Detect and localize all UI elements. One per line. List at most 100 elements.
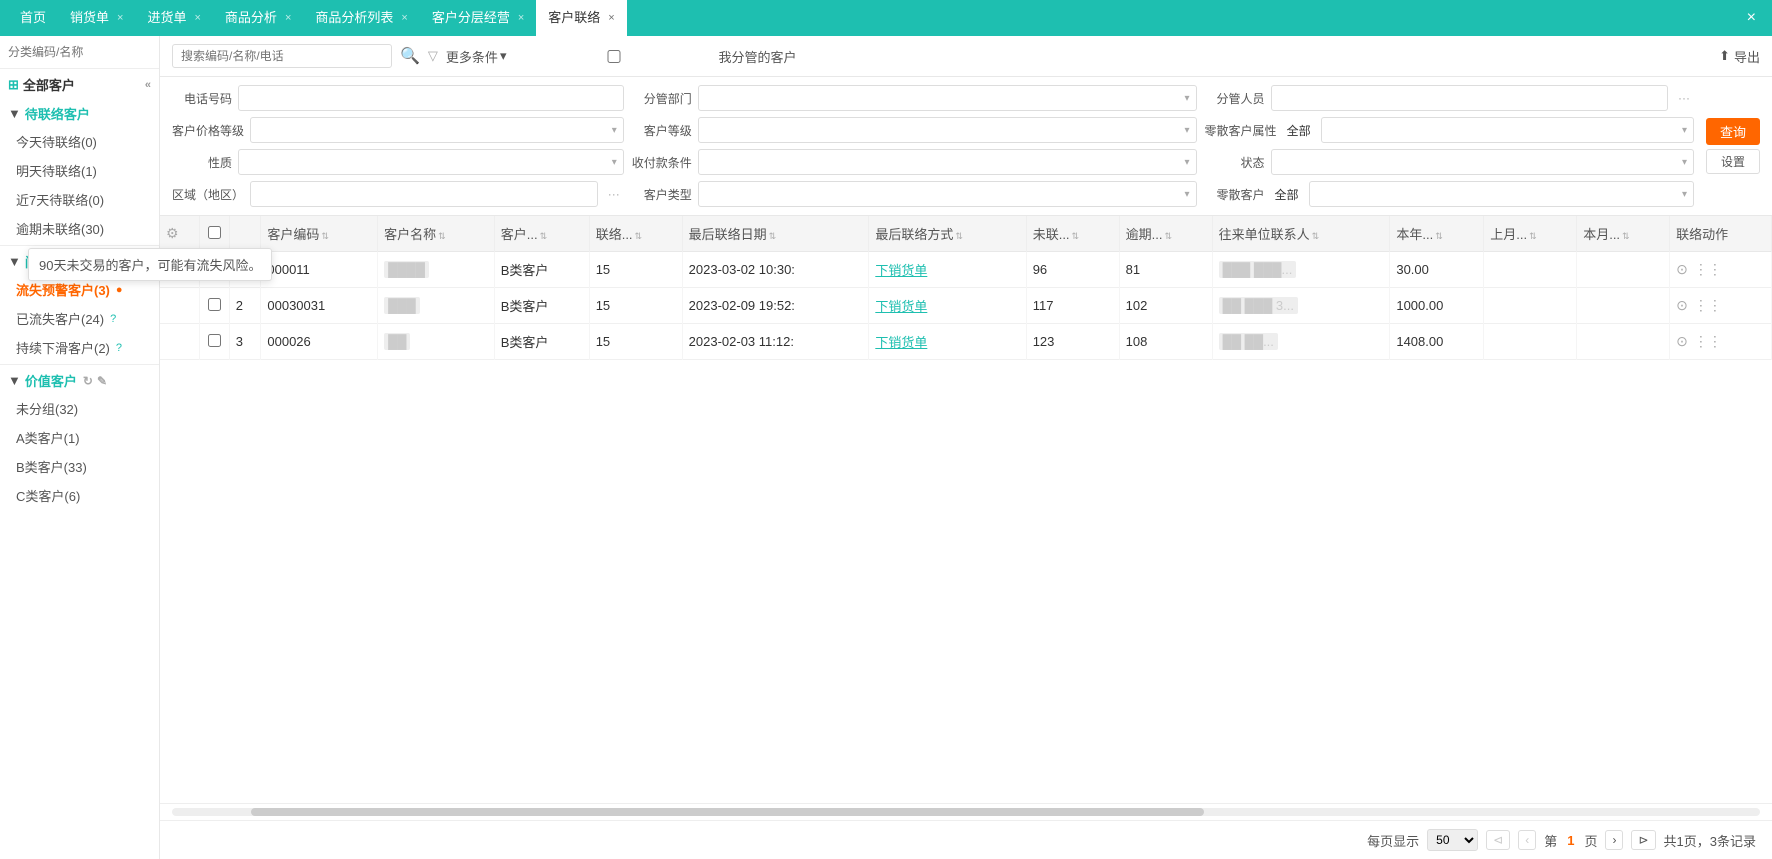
col-no-contact[interactable]: 未联...⇅ [1026,216,1119,252]
manager-select[interactable] [1271,85,1668,111]
row-checkbox-cell[interactable] [199,324,229,360]
tab-customer-tier[interactable]: 客户分层经营 × [420,0,536,36]
select-all-checkbox[interactable] [208,226,221,239]
search-button[interactable]: 🔍 [400,46,420,66]
col-this-month[interactable]: 本月...⇅ [1577,216,1670,252]
export-button[interactable]: ⬆ 导出 [1719,47,1760,66]
col-this-year[interactable]: 本年...⇅ [1390,216,1484,252]
row-last-method[interactable]: 下销货单 [869,252,1026,288]
status-label: 状态 [1205,154,1265,171]
row-menu-icon[interactable]: ⋮⋮ [1694,297,1722,314]
first-page-button[interactable]: ⊲ [1486,830,1510,850]
tab-analysis[interactable]: 商品分析 × [213,0,303,36]
search-input[interactable] [172,44,392,68]
sidebar-item-overdue-pending[interactable]: 逾期未联络(30) [0,214,159,243]
table-scrollbar-area[interactable] [160,803,1772,820]
tab-analysis-list[interactable]: 商品分析列表 × [303,0,419,36]
close-tab-purchase[interactable]: × [194,0,200,36]
row-actions: ⊙ ⋮⋮ [1670,288,1772,324]
row-code: 000011 [261,252,378,288]
sidebar-item-7day-pending[interactable]: 近7天待联络(0) [0,185,159,214]
table-area: ⚙ 客户编码⇅ 客户名称⇅ 客户...⇅ 联络...⇅ 最后联络日期⇅ 最后联络… [160,216,1772,803]
col-overdue[interactable]: 逾期...⇅ [1119,216,1212,252]
row-checkbox[interactable] [208,298,221,311]
col-checkbox[interactable] [199,216,229,252]
refresh-icon[interactable]: ↻ [83,374,93,388]
customer-type-select[interactable]: ▾ [698,181,1197,207]
row-no-contact: 123 [1026,324,1119,360]
row-checkbox[interactable] [208,334,221,347]
close-tab-sales[interactable]: × [117,0,123,36]
retail-customer-select[interactable]: ▾ [1309,181,1694,207]
more-conditions-button[interactable]: 更多条件 ▾ [446,47,507,66]
row-link-icon[interactable]: ⊙ [1676,297,1688,314]
row-last-method[interactable]: 下销货单 [869,288,1026,324]
row-contact: 15 [589,324,682,360]
sidebar-group-value[interactable]: ▼ 价值客户 ↻ ✎ [0,367,159,394]
tab-customer-link[interactable]: 客户联络 × [536,0,626,36]
sidebar-item-tomorrow-pending[interactable]: 明天待联络(1) [0,156,159,185]
sidebar-group-pending[interactable]: ▼ 待联络客户 [0,100,159,127]
col-settings[interactable]: ⚙ [160,216,199,252]
my-customers-checkbox-label[interactable]: 我分管的客户 [514,47,796,66]
sidebar-item-c-class[interactable]: C类客户(6) [0,481,159,510]
col-contact[interactable]: 联络...⇅ [589,216,682,252]
col-type[interactable]: 客户...⇅ [494,216,589,252]
col-name[interactable]: 客户名称⇅ [378,216,495,252]
last-page-button[interactable]: ⊳ [1631,830,1655,850]
row-last-method[interactable]: 下销货单 [869,324,1026,360]
manager-more-btn[interactable]: ··· [1674,91,1694,105]
my-customers-checkbox[interactable] [514,50,714,63]
tab-sales[interactable]: 销货单 × [58,0,135,36]
sidebar-item-a-class[interactable]: A类客户(1) [0,423,159,452]
close-tab-analysis[interactable]: × [285,0,291,36]
row-checkbox-cell[interactable] [199,288,229,324]
row-actions: ⊙ ⋮⋮ [1670,324,1772,360]
filter-settings-button[interactable]: 设置 [1706,149,1760,174]
sidebar-item-unclassified[interactable]: 未分组(32) [0,394,159,423]
close-tab-customer-link[interactable]: × [608,0,614,36]
scrollbar-track[interactable] [172,808,1760,816]
retail-attr-select[interactable]: ▾ [1321,117,1694,143]
all-customers-header[interactable]: ⊞ 全部客户 « [0,69,159,100]
col-last-month[interactable]: 上月...⇅ [1484,216,1577,252]
window-close-button[interactable]: × [1739,9,1764,27]
price-tier-select[interactable]: ▾ [250,117,624,143]
sidebar-item-b-class[interactable]: B类客户(33) [0,452,159,481]
phone-input[interactable] [238,85,624,111]
tab-home[interactable]: 首页 [8,0,58,36]
nature-select[interactable]: ▾ [238,149,624,175]
col-last-date[interactable]: 最后联络日期⇅ [682,216,869,252]
row-link-icon[interactable]: ⊙ [1676,261,1688,278]
row-last-date: 2023-02-03 11:12: [682,324,869,360]
query-button[interactable]: 查询 [1706,118,1760,145]
close-tab-customer-tier[interactable]: × [518,0,524,36]
region-select[interactable] [250,181,598,207]
close-tab-analysis-list[interactable]: × [401,0,407,36]
tab-purchase[interactable]: 进货单 × [135,0,212,36]
row-menu-icon[interactable]: ⋮⋮ [1694,261,1722,278]
row-last-month [1484,288,1577,324]
col-code[interactable]: 客户编码⇅ [261,216,378,252]
sidebar-item-today-pending[interactable]: 今天待联络(0) [0,127,159,156]
customer-tier-select[interactable]: ▾ [698,117,1197,143]
col-contact-person[interactable]: 往来单位联系人⇅ [1212,216,1390,252]
scrollbar-thumb[interactable] [251,808,1204,816]
row-link-icon[interactable]: ⊙ [1676,333,1688,350]
grid-settings-icon[interactable]: ⚙ [166,225,179,241]
per-page-select[interactable]: 50 20 100 [1427,829,1478,851]
sidebar-item-churned[interactable]: 已流失客户(24) ? [0,304,159,333]
edit-icon[interactable]: ✎ [97,374,107,388]
next-page-button[interactable]: › [1605,830,1623,850]
payment-select[interactable]: ▾ [698,149,1197,175]
row-menu-icon[interactable]: ⋮⋮ [1694,333,1722,350]
region-more-btn[interactable]: ··· [604,187,624,201]
sidebar-search-input[interactable] [8,45,160,59]
prev-page-button[interactable]: ‹ [1518,830,1536,850]
status-select[interactable]: ▾ [1271,149,1694,175]
row-code: 00030031 [261,288,378,324]
sidebar-item-declining[interactable]: 持续下滑客户(2) ? [0,333,159,362]
dept-select[interactable]: ▾ [698,85,1197,111]
col-last-method[interactable]: 最后联络方式⇅ [869,216,1026,252]
table-row: 3 000026 ██ B类客户 15 2023-02-03 11:12: 下销… [160,324,1772,360]
